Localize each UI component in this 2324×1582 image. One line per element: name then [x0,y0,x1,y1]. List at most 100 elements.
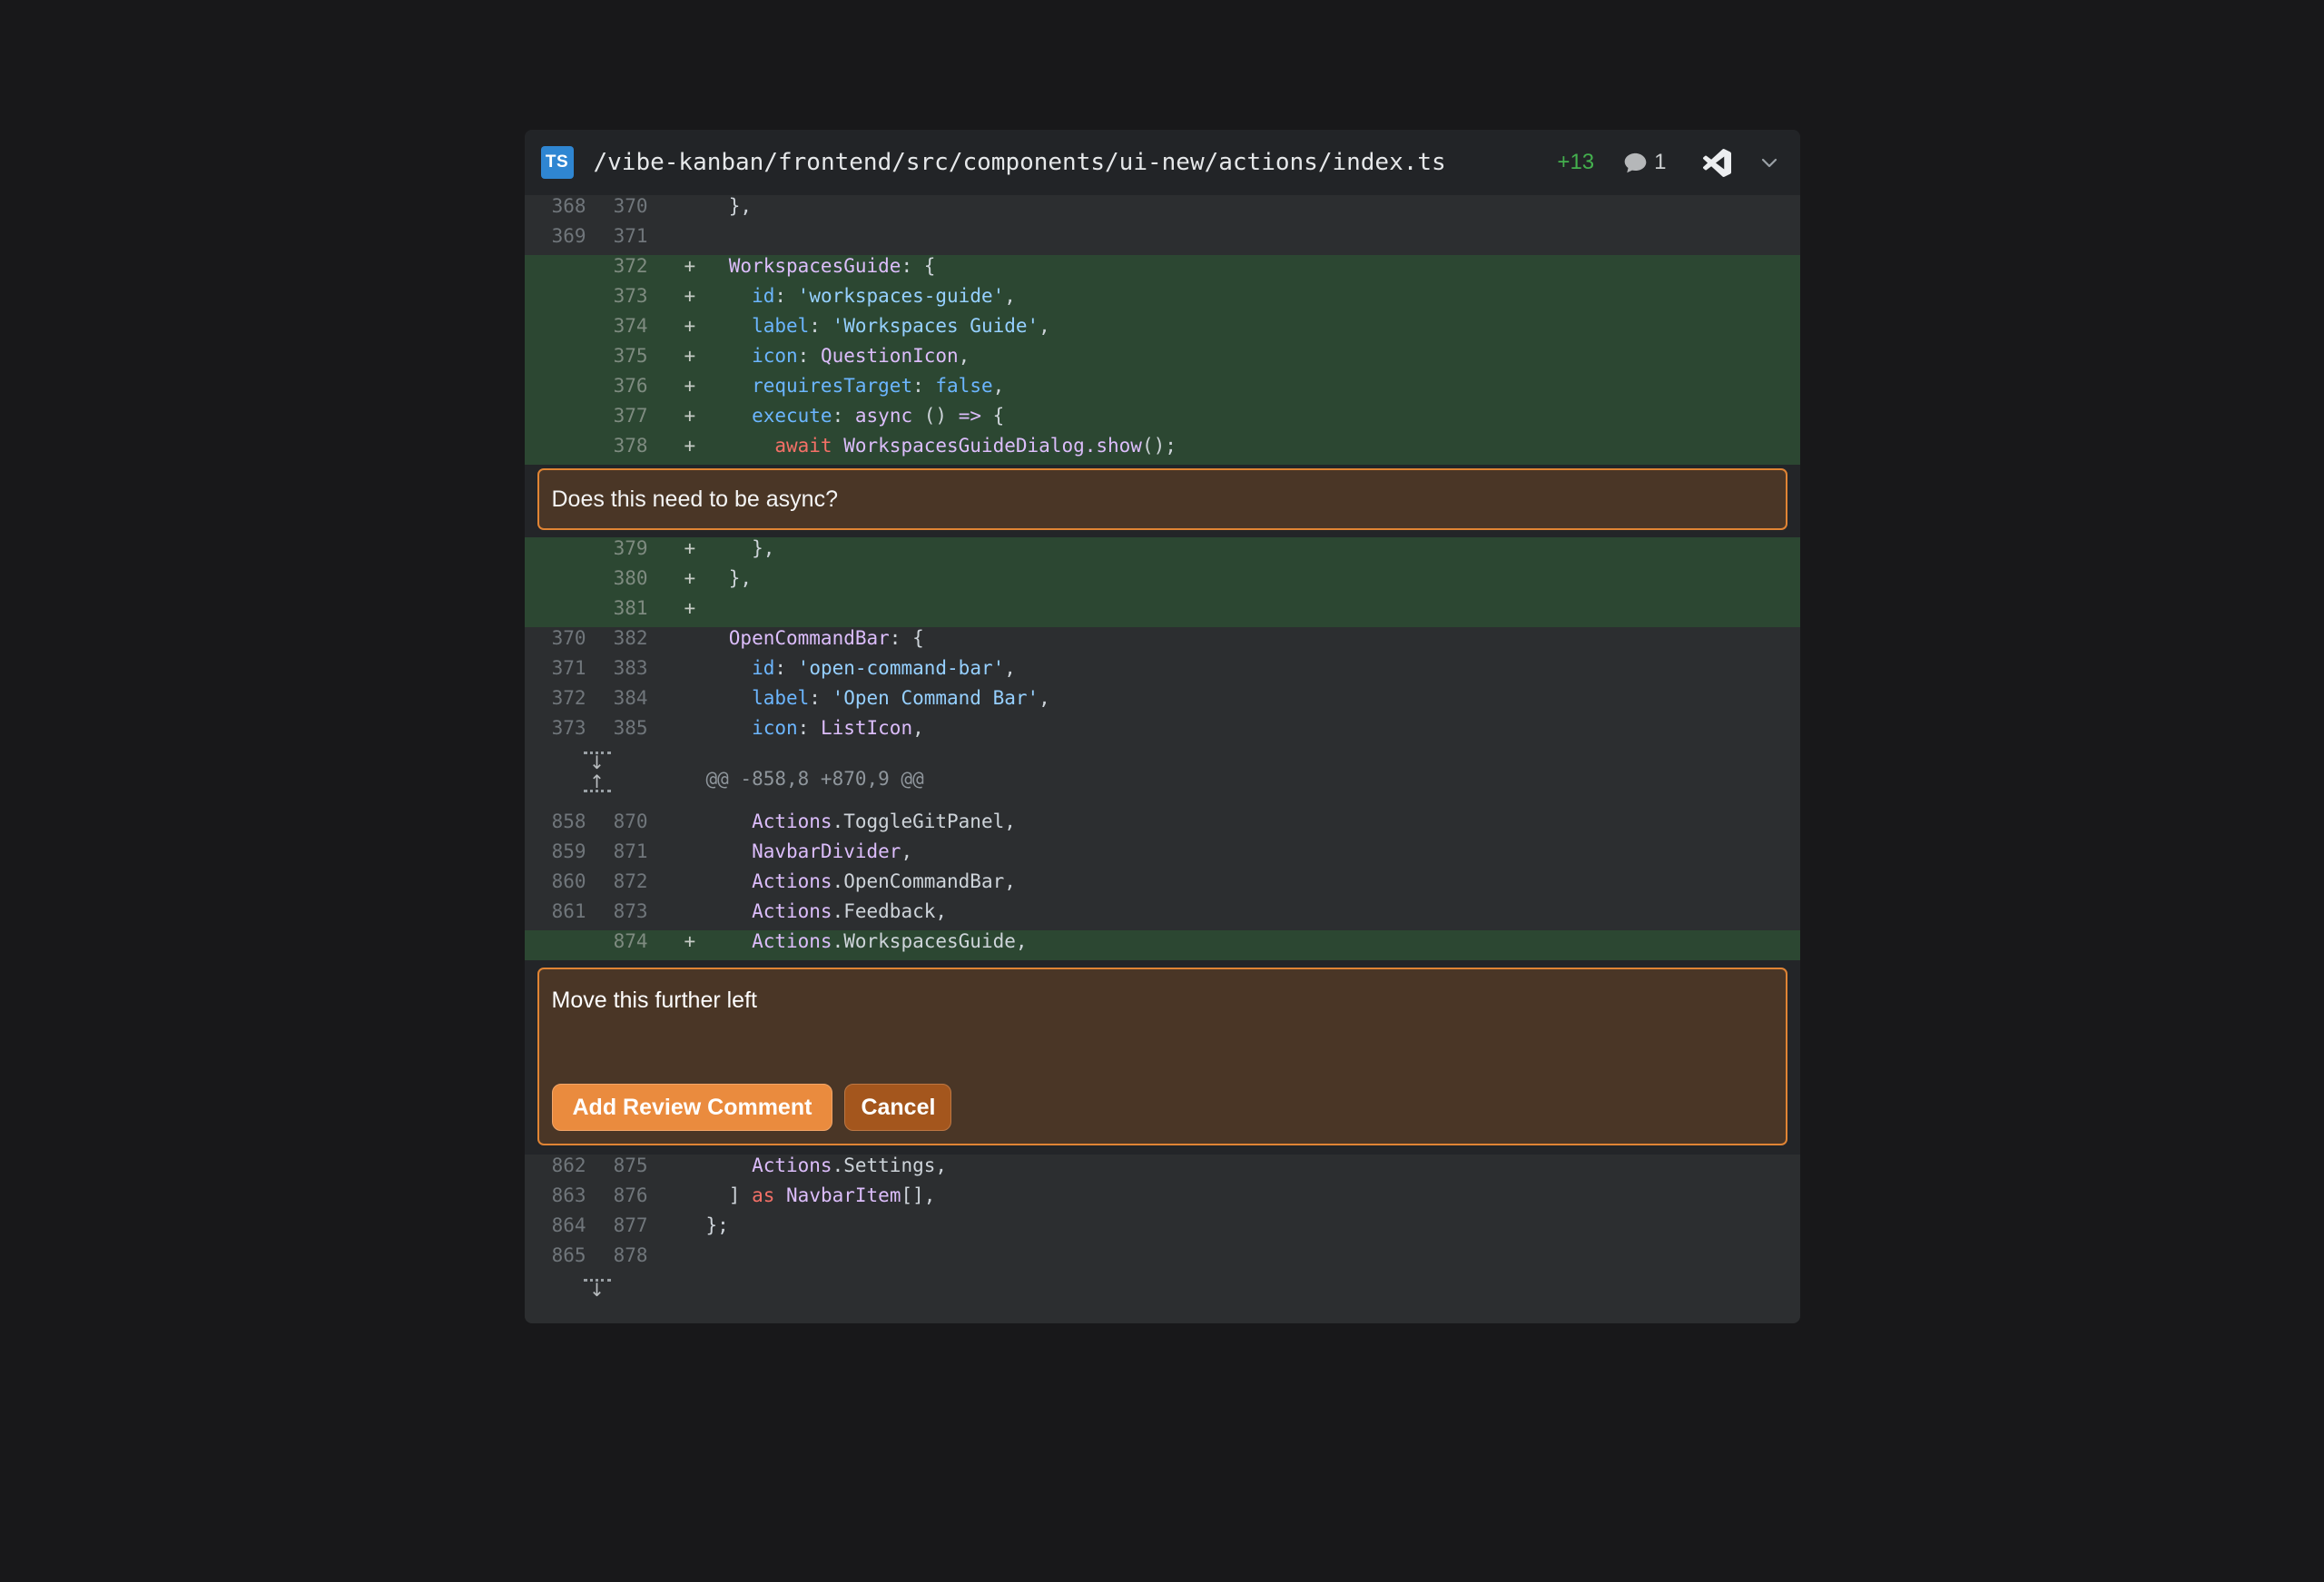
review-comment-text: Does this need to be async? [551,486,838,512]
new-line-number: 378 [613,435,648,457]
diff-line[interactable]: 368 370 }, [525,195,1800,225]
diff-line[interactable]: 863 876 ] as NavbarItem[], [525,1184,1800,1214]
old-line-number: 859 [551,840,586,862]
new-line-number: 373 [613,285,648,307]
diff-hunk-2: 379 + }, 380 + }, 381 +370 382 OpenCommandBar:… [524,537,1800,747]
diff-line[interactable]: 372 384 label: 'Open Command Bar', [525,687,1800,717]
diff-sign [648,195,706,225]
old-line-number: 860 [551,870,586,892]
diff-line[interactable]: 373 + id: 'workspaces-guide', [524,285,1800,315]
diff-line[interactable]: 369 371 [525,225,1800,255]
comment-bubble-icon [1624,152,1647,172]
diff-line[interactable]: 370 382 OpenCommandBar: { [525,627,1800,657]
comment-editor-band: Move this further left Add Review Commen… [524,968,1800,1145]
diff-line[interactable]: 380 + }, [524,567,1800,597]
new-line-number: 871 [613,840,648,862]
diff-hunk-1: 368 370 }, 369 371 372 + WorkspacesGuide: {37… [524,195,1800,465]
old-line-number [525,285,586,315]
code-text: }, [705,195,753,217]
new-line-number: 383 [613,657,648,679]
code-text: ] as NavbarItem[], [705,1184,936,1206]
new-line-number: 376 [613,375,648,397]
code-text: Actions.OpenCommandBar, [752,870,1016,892]
diff-sign: + [684,375,696,397]
new-line-number: 877 [613,1214,648,1236]
expand-down-button[interactable]: ↓ [583,752,612,771]
diff-line[interactable]: 376 + requiresTarget: false, [524,375,1800,405]
diff-hunk-3: 858 870 Actions.ToggleGitPanel, 859 871 Nav… [524,811,1800,960]
new-line-number: 382 [613,627,648,649]
diff-line[interactable]: 858 870 Actions.ToggleGitPanel, [525,811,1800,840]
diff-panel: TS /vibe-kanban/frontend/src/components/… [524,130,1800,1323]
diff-sign [648,225,706,255]
old-line-number [525,537,586,567]
code-text: id: 'open-command-bar', [752,657,1016,679]
diff-line[interactable]: 874 + Actions.WorkspacesGuide, [524,930,1800,960]
diff-body: 368 370 }, 369 371 372 + WorkspacesGuide: {37… [524,195,1800,1323]
expand-down-button-bottom[interactable]: ↓ [583,1279,612,1299]
code-text: Actions.WorkspacesGuide, [752,930,1028,952]
diff-line[interactable]: 864 877}; [525,1214,1800,1244]
new-line-number: 372 [613,255,648,277]
old-line-number [525,375,586,405]
diff-line[interactable]: 379 + }, [524,537,1800,567]
diff-line[interactable]: 378 + await WorkspacesGuideDialog.show(); [524,435,1800,465]
review-comment-box[interactable]: Does this need to be async? [537,468,1787,530]
code-text: await WorkspacesGuideDialog.show(); [774,435,1177,457]
new-line-number: 873 [613,900,648,922]
old-line-number [525,345,586,375]
code-text: Actions.Feedback, [752,900,948,922]
expander-buttons: ↓ ↑ [583,752,612,792]
diff-sign [648,687,706,717]
new-line-number: 875 [613,1155,648,1176]
chevron-down-icon [1761,158,1777,168]
diff-line[interactable]: 381 + [524,597,1800,627]
diff-sign [648,657,706,687]
diff-hunk-4: 862 875 Actions.Settings, 863 876 ] as Navb… [524,1155,1800,1274]
editor-buttons: Add Review Comment Cancel [551,1084,1773,1131]
comment-count-badge: 1 [1623,150,1667,175]
old-line-number: 858 [551,811,586,832]
collapse-file-button[interactable] [1758,152,1780,173]
new-line-number: 375 [613,345,648,367]
additions-count: +13 [1557,150,1595,174]
add-review-comment-button[interactable]: Add Review Comment [551,1084,833,1131]
file-header-actions: +13 1 [1557,148,1780,177]
comment-input[interactable]: Move this further left [552,988,1773,1015]
review-comment-band: Does this need to be async? [524,468,1800,530]
expand-up-button[interactable]: ↑ [583,772,612,792]
diff-line[interactable]: 374 + label: 'Workspaces Guide', [524,315,1800,345]
hunk-expander: ↓ ↑ @@ -858,8 +870,9 @@ [524,747,1800,811]
open-in-vscode-button[interactable] [1702,148,1731,177]
code-text: }; [705,1214,729,1236]
diff-line[interactable]: 860 872 Actions.OpenCommandBar, [525,870,1800,900]
code-text: requiresTarget: false, [752,375,1005,397]
diff-sign [648,870,706,900]
diff-line[interactable]: 372 + WorkspacesGuide: { [524,255,1800,285]
cancel-button[interactable]: Cancel [844,1084,952,1131]
old-line-number: 373 [551,717,586,739]
code-text: OpenCommandBar: { [705,627,924,649]
diff-line[interactable]: 862 875 Actions.Settings, [525,1155,1800,1184]
code-text: icon: ListIcon, [752,717,924,739]
typescript-file-icon: TS [540,146,574,179]
diff-line[interactable]: 865 878 [525,1244,1800,1274]
diff-sign [648,811,706,840]
hunk-header: @@ -858,8 +870,9 @@ [705,768,924,790]
diff-line[interactable]: 373 385 icon: ListIcon, [525,717,1800,747]
code-text: Actions.ToggleGitPanel, [752,811,1016,832]
old-line-number: 865 [551,1244,586,1266]
diff-line[interactable]: 859 871 NavbarDivider, [525,840,1800,870]
old-line-number: 862 [551,1155,586,1176]
diff-line[interactable]: 377 + execute: async () => { [524,405,1800,435]
new-line-number: 377 [613,405,648,427]
diff-sign: + [684,345,696,367]
diff-line[interactable]: 861 873 Actions.Feedback, [525,900,1800,930]
bottom-expander: ↓ [524,1274,1800,1323]
diff-line[interactable]: 375 + icon: QuestionIcon, [524,345,1800,375]
old-line-number [525,567,586,597]
diff-line[interactable]: 371 383 id: 'open-command-bar', [525,657,1800,687]
old-line-number: 864 [551,1214,586,1236]
new-line-number: 385 [613,717,648,739]
diff-sign [648,627,706,657]
